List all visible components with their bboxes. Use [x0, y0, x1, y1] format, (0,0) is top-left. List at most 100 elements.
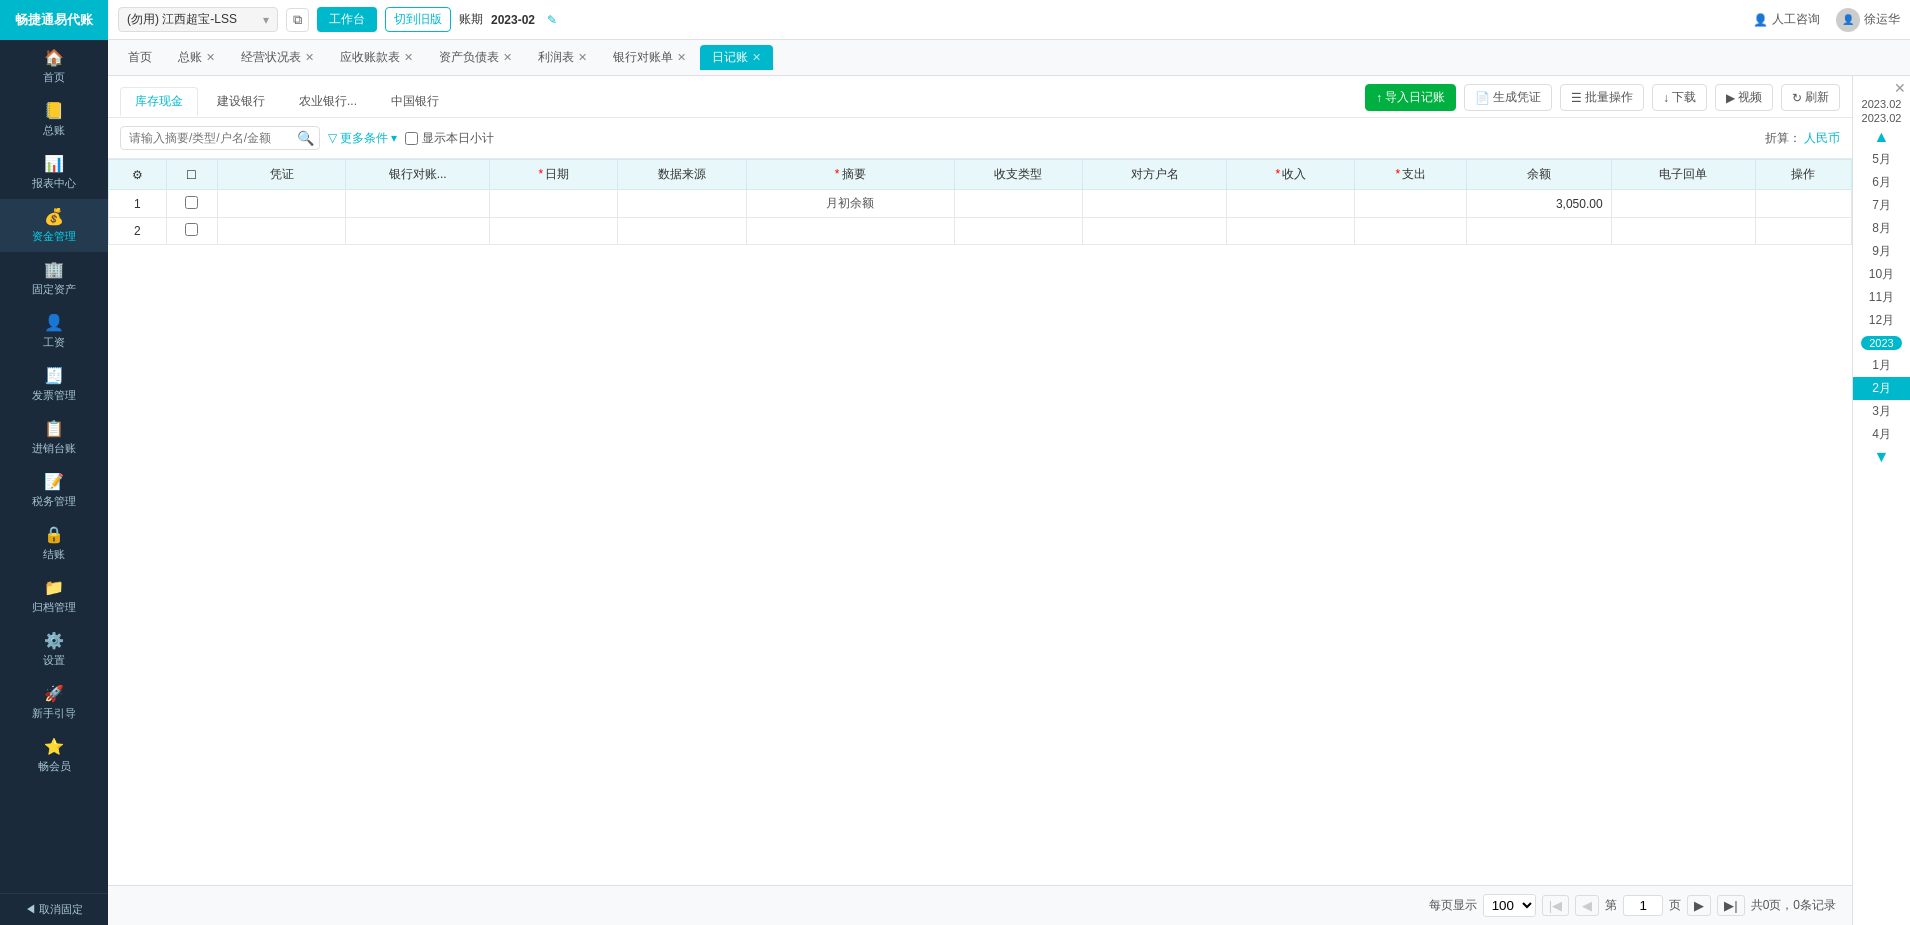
row2-voucher [217, 218, 345, 245]
table-row: 2 [109, 218, 1852, 245]
tab-profit-close[interactable]: ✕ [578, 51, 587, 64]
tab-home[interactable]: 首页 [116, 45, 164, 70]
batch-op-button[interactable]: ☰ 批量操作 [1560, 84, 1644, 111]
show-daily-checkbox[interactable] [405, 132, 418, 145]
sidebar-item-ledger[interactable]: 📒 总账 [0, 93, 108, 146]
unpin-button[interactable]: ◀ 取消固定 [0, 893, 108, 925]
sidebar-item-invoice[interactable]: 🧾 发票管理 [0, 358, 108, 411]
tab-balance-close[interactable]: ✕ [503, 51, 512, 64]
month-5[interactable]: 5月 [1853, 148, 1910, 171]
row2-checkbox[interactable] [166, 218, 217, 245]
tab-balance[interactable]: 资产负债表 ✕ [427, 45, 524, 70]
page-info: 每页显示 100 50 200 |◀ ◀ 第 页 ▶ ▶| 共0页，0条记录 [1429, 894, 1836, 917]
sidebar-item-settings[interactable]: ⚙️ 设置 [0, 623, 108, 676]
month-11[interactable]: 11月 [1853, 286, 1910, 309]
row1-checkbox[interactable] [166, 190, 217, 218]
month-3[interactable]: 3月 [1853, 400, 1910, 423]
sidebar-item-archive[interactable]: 📁 归档管理 [0, 570, 108, 623]
company-selector[interactable]: (勿用) 江西超宝-LSS ▾ [118, 7, 278, 32]
row2-party [1082, 218, 1226, 245]
journal-area: 库存现金 建设银行 农业银行... 中国银行 ↑ 导入日记账 📄 生成凭证 ☰ [108, 76, 1852, 925]
last-page-button[interactable]: ▶| [1717, 895, 1744, 916]
month-2-active[interactable]: 2月 [1853, 377, 1910, 400]
sidebar-label-vip: 畅会员 [38, 759, 71, 774]
tab-ledger-close[interactable]: ✕ [206, 51, 215, 64]
tab-journal-close[interactable]: ✕ [752, 51, 761, 64]
first-page-button[interactable]: |◀ [1542, 895, 1569, 916]
tab-bank-statement-close[interactable]: ✕ [677, 51, 686, 64]
tab-journal-label: 日记账 [712, 49, 748, 66]
panel-nav-up[interactable]: ▲ [1872, 126, 1892, 148]
row1-party [1082, 190, 1226, 218]
sidebar-label-sales: 进销台账 [32, 441, 76, 456]
month-6[interactable]: 6月 [1853, 171, 1910, 194]
download-button[interactable]: ↓ 下载 [1652, 84, 1707, 111]
sidebar-item-sales[interactable]: 📋 进销台账 [0, 411, 108, 464]
sidebar-item-payroll[interactable]: 👤 工资 [0, 305, 108, 358]
search-icon[interactable]: 🔍 [297, 130, 314, 146]
tab-ledger[interactable]: 总账 ✕ [166, 45, 227, 70]
sub-tab-cash[interactable]: 库存现金 [120, 87, 198, 116]
tab-profit[interactable]: 利润表 ✕ [526, 45, 599, 70]
col-checkbox[interactable]: ☐ [166, 160, 217, 190]
sidebar-item-guide[interactable]: 🚀 新手引导 [0, 676, 108, 729]
page-size-select[interactable]: 100 50 200 [1483, 894, 1536, 917]
refresh-button[interactable]: ↻ 刷新 [1781, 84, 1840, 111]
month-8[interactable]: 8月 [1853, 217, 1910, 240]
sub-tab-boc[interactable]: 中国银行 [376, 87, 454, 115]
search-input[interactable] [120, 126, 320, 150]
prev-page-button[interactable]: ◀ [1575, 895, 1599, 916]
tab-journal[interactable]: 日记账 ✕ [700, 45, 773, 70]
tab-receivable-close[interactable]: ✕ [404, 51, 413, 64]
month-1[interactable]: 1月 [1853, 354, 1910, 377]
tab-business[interactable]: 经营状况表 ✕ [229, 45, 326, 70]
sidebar-item-vip[interactable]: ⭐ 畅会员 [0, 729, 108, 782]
sidebar-label-invoice: 发票管理 [32, 388, 76, 403]
panel-nav-down[interactable]: ▼ [1872, 446, 1892, 468]
right-panel-close[interactable]: ✕ [1894, 80, 1906, 96]
copy-button[interactable]: ⧉ [286, 8, 309, 32]
col-settings[interactable]: ⚙ [109, 160, 167, 190]
capital-icon: 💰 [44, 207, 64, 226]
sub-tab-ccb[interactable]: 建设银行 [202, 87, 280, 115]
reports-icon: 📊 [44, 154, 64, 173]
page-input[interactable] [1623, 895, 1663, 916]
month-7[interactable]: 7月 [1853, 194, 1910, 217]
download-icon: ↓ [1663, 91, 1669, 105]
user-label: 徐运华 [1864, 11, 1900, 28]
sidebar-label-settings: 设置 [43, 653, 65, 668]
sidebar-item-home[interactable]: 🏠 首页 [0, 40, 108, 93]
tab-business-close[interactable]: ✕ [305, 51, 314, 64]
sidebar-item-assets[interactable]: 🏢 固定资产 [0, 252, 108, 305]
show-daily-label[interactable]: 显示本日小计 [405, 130, 494, 147]
workbench-button[interactable]: 工作台 [317, 7, 377, 32]
tab-receivable[interactable]: 应收账款表 ✕ [328, 45, 425, 70]
sidebar-item-capital[interactable]: 💰 资金管理 [0, 199, 108, 252]
generate-voucher-button[interactable]: 📄 生成凭证 [1464, 84, 1552, 111]
import-icon: ↑ [1376, 91, 1382, 105]
month-9[interactable]: 9月 [1853, 240, 1910, 263]
page-label2: 页 [1669, 897, 1681, 914]
sub-tab-abc[interactable]: 农业银行... [284, 87, 372, 115]
video-button[interactable]: ▶ 视频 [1715, 84, 1773, 111]
sidebar-item-reports[interactable]: 📊 报表中心 [0, 146, 108, 199]
service-button[interactable]: 👤 人工咨询 [1753, 11, 1820, 28]
sidebar: 畅捷通易代账 🏠 首页 📒 总账 📊 报表中心 💰 资金管理 🏢 固定资产 👤 … [0, 0, 108, 925]
sidebar-item-close[interactable]: 🔒 结账 [0, 517, 108, 570]
month-4[interactable]: 4月 [1853, 423, 1910, 446]
period-value: 2023-02 [491, 13, 535, 27]
switch-version-button[interactable]: 切到旧版 [385, 7, 451, 32]
filter-button[interactable]: ▽ 更多条件 ▾ [328, 130, 397, 147]
user-button[interactable]: 👤 徐运华 [1836, 8, 1900, 32]
filter-label: 更多条件 [340, 130, 388, 147]
month-12[interactable]: 12月 [1853, 309, 1910, 332]
currency-value[interactable]: 人民币 [1804, 131, 1840, 145]
tab-bank-statement[interactable]: 银行对账单 ✕ [601, 45, 698, 70]
month-10[interactable]: 10月 [1853, 263, 1910, 286]
import-journal-button[interactable]: ↑ 导入日记账 [1365, 84, 1456, 111]
period-edit-icon[interactable]: ✎ [547, 13, 557, 27]
next-page-button[interactable]: ▶ [1687, 895, 1711, 916]
sidebar-item-tax[interactable]: 📝 税务管理 [0, 464, 108, 517]
tax-icon: 📝 [44, 472, 64, 491]
sub-tab-actions: ↑ 导入日记账 📄 生成凭证 ☰ 批量操作 ↓ 下载 [1365, 84, 1840, 117]
